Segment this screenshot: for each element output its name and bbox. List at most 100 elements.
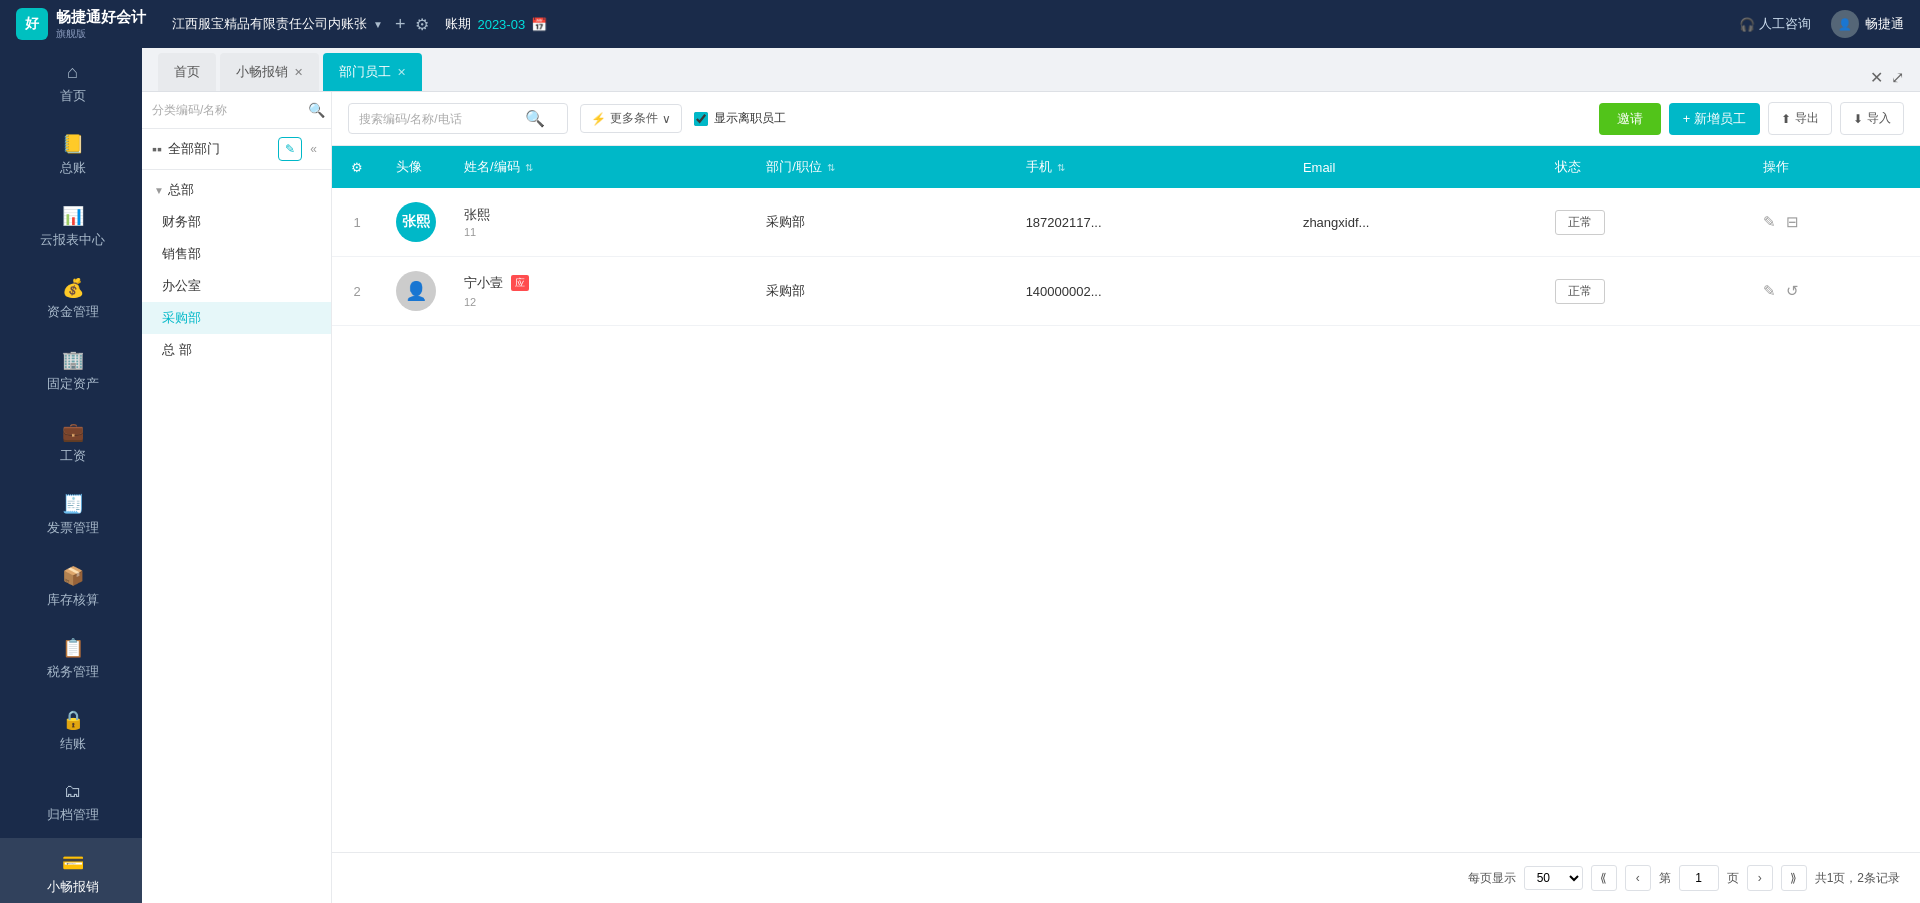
user-area[interactable]: 👤 畅捷通 (1831, 10, 1904, 38)
sidebar-item-archive[interactable]: 🗂 归档管理 (0, 767, 142, 838)
sidebar-item-salary[interactable]: 💼 工资 (0, 407, 142, 479)
sidebar-item-inventory[interactable]: 📦 库存核算 (0, 551, 142, 623)
dept-tree-item-headquarters[interactable]: 总 部 (142, 334, 331, 366)
next-page-btn[interactable]: › (1747, 865, 1773, 891)
tab-expense[interactable]: 小畅报销 ✕ (220, 53, 319, 91)
add-tab-btn[interactable]: + (395, 14, 406, 35)
th-settings[interactable]: ⚙ (332, 146, 382, 188)
tab-home[interactable]: 首页 (158, 53, 216, 91)
filter-icon: ⚡ (591, 112, 606, 126)
header-actions: 🎧 人工咨询 👤 畅捷通 (1739, 10, 1904, 38)
row-avatar: 👤 (382, 257, 450, 326)
dept-tree-item-office[interactable]: 办公室 (142, 270, 331, 302)
dept-tree-item-sales[interactable]: 销售部 (142, 238, 331, 270)
headset-icon: 🎧 (1739, 17, 1755, 32)
reports-icon: 📊 (62, 205, 84, 227)
tab-employee[interactable]: 部门员工 ✕ (323, 53, 422, 91)
delete-icon[interactable]: ⊟ (1786, 213, 1799, 231)
close-all-icon[interactable]: ✕ (1870, 68, 1883, 87)
row-phone: 140000002... (1012, 257, 1289, 326)
th-phone[interactable]: 手机 ⇅ (1012, 146, 1289, 188)
th-email: Email (1289, 146, 1541, 188)
grid-icon: ▪▪ (152, 141, 162, 157)
sidebar-item-close[interactable]: 🔒 结账 (0, 695, 142, 767)
row-actions: ✎ ⊟ (1749, 188, 1920, 257)
total-info: 共1页，2条记录 (1815, 870, 1900, 887)
tax-icon: 📋 (62, 637, 84, 659)
toolbar-right: 邀请 + 新增员工 ⬆ 导出 ⬇ 导入 (1599, 102, 1904, 135)
funds-icon: 💰 (62, 277, 84, 299)
tabs-bar: 首页 小畅报销 ✕ 部门员工 ✕ ✕ ⤢ (142, 48, 1920, 92)
sidebar-item-expense[interactable]: 💳 小畅报销 (0, 838, 142, 903)
company-selector[interactable]: 江西服宝精品有限责任公司内账张 ▼ (172, 15, 383, 33)
dept-edit-btn[interactable]: ✎ (278, 137, 302, 161)
page-suffix: 页 (1727, 870, 1739, 887)
all-dept-btn[interactable]: ▪▪ 全部部门 (152, 140, 220, 158)
edit-icon[interactable]: ✎ (1763, 213, 1776, 231)
sidebar-item-assets[interactable]: 🏢 固定资产 (0, 335, 142, 407)
invite-btn[interactable]: 邀请 (1599, 103, 1661, 135)
edit-icon[interactable]: ✎ (1763, 282, 1776, 300)
last-page-btn[interactable]: ⟫ (1781, 865, 1807, 891)
sidebar-item-home[interactable]: ⌂ 首页 (0, 48, 142, 119)
app-logo-icon: 好 (16, 8, 48, 40)
prev-page-btn[interactable]: ‹ (1625, 865, 1651, 891)
page-input[interactable] (1679, 865, 1719, 891)
import-btn[interactable]: ⬇ 导入 (1840, 102, 1904, 135)
dept-search-input[interactable] (152, 103, 302, 117)
sidebar-item-reports[interactable]: 📊 云报表中心 (0, 191, 142, 263)
dept-collapse-btn[interactable]: « (306, 140, 321, 158)
tab-employee-close[interactable]: ✕ (397, 66, 406, 79)
filter-btn[interactable]: ⚡ 更多条件 ∨ (580, 104, 682, 133)
show-resigned-checkbox[interactable] (694, 112, 708, 126)
settings-icon[interactable]: ⚙ (415, 15, 429, 34)
add-employee-btn[interactable]: + 新增员工 (1669, 103, 1760, 135)
first-page-btn[interactable]: ⟪ (1591, 865, 1617, 891)
th-dept[interactable]: 部门/职位 ⇅ (752, 146, 1011, 188)
sidebar-item-label: 库存核算 (47, 591, 99, 609)
table-header-row: ⚙ 头像 姓名/编码 ⇅ 部门/职位 ⇅ 手机 ⇅ Email 状态 操作 (332, 146, 1920, 188)
period-value: 2023-03 (477, 17, 525, 32)
employee-area: 🔍 ⚡ 更多条件 ∨ 显示离职员工 邀请 + 新增员工 (332, 92, 1920, 903)
dept-search-icon: 🔍 (308, 102, 325, 118)
search-input[interactable] (359, 112, 519, 126)
sidebar-item-ledger[interactable]: 📒 总账 (0, 119, 142, 191)
th-name[interactable]: 姓名/编码 ⇅ (450, 146, 752, 188)
dept-search: 🔍 (142, 92, 331, 129)
tag-badge: 应 (511, 275, 529, 291)
period-selector[interactable]: 账期 2023-03 📅 (445, 15, 547, 33)
per-page-select[interactable]: 50 10 20 100 (1524, 866, 1583, 890)
home-icon: ⌂ (67, 62, 78, 83)
tabs-right: ✕ ⤢ (1870, 68, 1904, 91)
expand-icon[interactable]: ⤢ (1891, 68, 1904, 87)
refresh-icon[interactable]: ↺ (1786, 282, 1799, 300)
tab-expense-close[interactable]: ✕ (294, 66, 303, 79)
search-icon: 🔍 (525, 109, 545, 128)
tree-arrow-icon: ▼ (154, 185, 164, 196)
salary-icon: 💼 (62, 421, 84, 443)
service-btn[interactable]: 🎧 人工咨询 (1739, 15, 1811, 33)
th-status: 状态 (1541, 146, 1749, 188)
show-resigned-checkbox-label[interactable]: 显示离职员工 (694, 110, 786, 127)
row-dept: 采购部 (752, 257, 1011, 326)
row-name: 宁小壹 应 12 (450, 257, 752, 326)
table-row: 1 张熙 张熙 11 采购部 (332, 188, 1920, 257)
show-resigned-label: 显示离职员工 (714, 110, 786, 127)
top-header: 好 畅捷通好会计 旗舰版 江西服宝精品有限责任公司内账张 ▼ + ⚙ 账期 20… (0, 0, 1920, 48)
close-accounts-icon: 🔒 (62, 709, 84, 731)
export-btn[interactable]: ⬆ 导出 (1768, 102, 1832, 135)
dept-tree-item-root[interactable]: ▼ 总部 (142, 174, 331, 206)
dept-panel: 🔍 ▪▪ 全部部门 ✎ « ▼ 总部 (142, 92, 332, 903)
sidebar-item-label: 工资 (60, 447, 86, 465)
user-name: 畅捷通 (1865, 15, 1904, 33)
sidebar-item-tax[interactable]: 📋 税务管理 (0, 623, 142, 695)
avatar: 👤 (396, 271, 436, 311)
sidebar-item-invoice[interactable]: 🧾 发票管理 (0, 479, 142, 551)
sidebar-item-funds[interactable]: 💰 资金管理 (0, 263, 142, 335)
row-email: zhangxidf... (1289, 188, 1541, 257)
invoice-icon: 🧾 (62, 493, 84, 515)
dept-tree-item-finance[interactable]: 财务部 (142, 206, 331, 238)
chevron-down-icon: ▼ (373, 19, 383, 30)
sidebar-item-label: 结账 (60, 735, 86, 753)
dept-tree-item-purchase[interactable]: 采购部 (142, 302, 331, 334)
